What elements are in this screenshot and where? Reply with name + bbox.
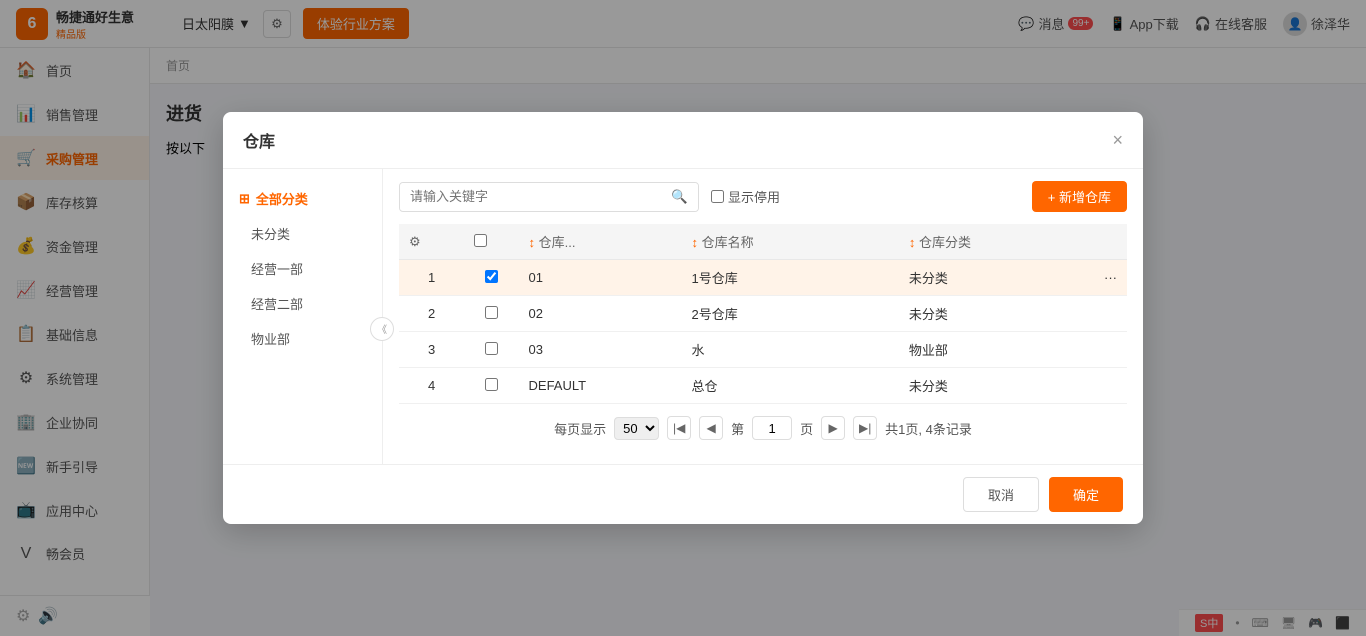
search-input[interactable] (400, 183, 661, 210)
page-number-input[interactable] (752, 416, 792, 440)
data-panel: 🔍 显示停用 + 新增仓库 ⚙ (383, 169, 1143, 464)
row-category: 物业部 (899, 332, 1062, 368)
dialog-footer: 取消 确定 (223, 464, 1143, 524)
table-body: 1 01 1号仓库 未分类 ··· 2 02 2 (399, 260, 1127, 404)
category-all[interactable]: ⊞ 全部分类 (223, 181, 382, 216)
row-num: 4 (399, 368, 464, 404)
category-all-icon: ⊞ (239, 191, 250, 207)
row-more[interactable]: ··· (1062, 260, 1127, 296)
row-code: DEFAULT (519, 368, 682, 404)
row-check (464, 332, 518, 368)
dialog-body: ⊞ 全部分类 未分类 经营一部 经营二部 物业部 《 🔍 (223, 169, 1143, 464)
select-all-checkbox[interactable] (474, 234, 487, 247)
row-more[interactable] (1062, 332, 1127, 368)
row-name: 总仓 (682, 368, 899, 404)
col-header-code: ↕ 仓库... (519, 224, 682, 260)
row-code: 01 (519, 260, 682, 296)
dialog-header: 仓库 × (223, 112, 1143, 169)
page-last-btn[interactable]: ▶| (853, 416, 877, 440)
warehouse-table: ⚙ ↕ 仓库... ↕ (399, 224, 1127, 404)
row-more[interactable] (1062, 368, 1127, 404)
row-num: 1 (399, 260, 464, 296)
table-row[interactable]: 4 DEFAULT 总仓 未分类 (399, 368, 1127, 404)
warehouse-dialog: 仓库 × ⊞ 全部分类 未分类 经营一部 经营二部 物业部 《 (223, 112, 1143, 524)
category-panel: ⊞ 全部分类 未分类 经营一部 经营二部 物业部 《 (223, 169, 383, 464)
row-more[interactable] (1062, 296, 1127, 332)
page-prev-btn[interactable]: ◀ (699, 416, 723, 440)
row-code: 02 (519, 296, 682, 332)
category-item-property[interactable]: 物业部 (223, 321, 382, 356)
category-item-unclassified[interactable]: 未分类 (223, 216, 382, 251)
row-code: 03 (519, 332, 682, 368)
cancel-button[interactable]: 取消 (963, 477, 1039, 512)
category-item-dept1[interactable]: 经营一部 (223, 251, 382, 286)
row-category: 未分类 (899, 296, 1062, 332)
table-container: ⚙ ↕ 仓库... ↕ (399, 224, 1127, 404)
row-category: 未分类 (899, 260, 1062, 296)
page-next-btn[interactable]: ▶ (821, 416, 845, 440)
col-header-name: ↕ 仓库名称 (682, 224, 899, 260)
dialog-title: 仓库 (243, 128, 275, 152)
data-toolbar: 🔍 显示停用 + 新增仓库 (399, 181, 1127, 212)
row-name: 1号仓库 (682, 260, 899, 296)
per-page-select[interactable]: 50 (614, 417, 659, 440)
col-header-gear: ⚙ (399, 224, 464, 260)
row-name: 2号仓库 (682, 296, 899, 332)
table-header: ⚙ ↕ 仓库... ↕ (399, 224, 1127, 260)
show-disabled-label[interactable]: 显示停用 (711, 187, 780, 206)
confirm-button[interactable]: 确定 (1049, 477, 1123, 512)
row-check (464, 368, 518, 404)
row-check (464, 296, 518, 332)
dialog-overlay: 仓库 × ⊞ 全部分类 未分类 经营一部 经营二部 物业部 《 (0, 0, 1366, 636)
col-header-category: ↕ 仓库分类 (899, 224, 1062, 260)
row-name: 水 (682, 332, 899, 368)
page-first-btn[interactable]: |◀ (667, 416, 691, 440)
category-item-dept2[interactable]: 经营二部 (223, 286, 382, 321)
collapse-panel-button[interactable]: 《 (370, 317, 394, 341)
row-num: 2 (399, 296, 464, 332)
table-row[interactable]: 2 02 2号仓库 未分类 (399, 296, 1127, 332)
show-disabled-checkbox[interactable] (711, 190, 724, 203)
search-button[interactable]: 🔍 (661, 183, 698, 211)
table-row[interactable]: 1 01 1号仓库 未分类 ··· (399, 260, 1127, 296)
dialog-close-button[interactable]: × (1112, 131, 1123, 149)
table-row[interactable]: 3 03 水 物业部 (399, 332, 1127, 368)
row-check (464, 260, 518, 296)
search-box: 🔍 (399, 182, 699, 212)
pagination: 每页显示 50 |◀ ◀ 第 页 ▶ ▶| 共1页, 4条记录 (399, 404, 1127, 452)
add-warehouse-button[interactable]: + 新增仓库 (1032, 181, 1127, 212)
row-category: 未分类 (899, 368, 1062, 404)
col-header-check (464, 224, 518, 260)
row-num: 3 (399, 332, 464, 368)
col-header-more (1062, 224, 1127, 260)
